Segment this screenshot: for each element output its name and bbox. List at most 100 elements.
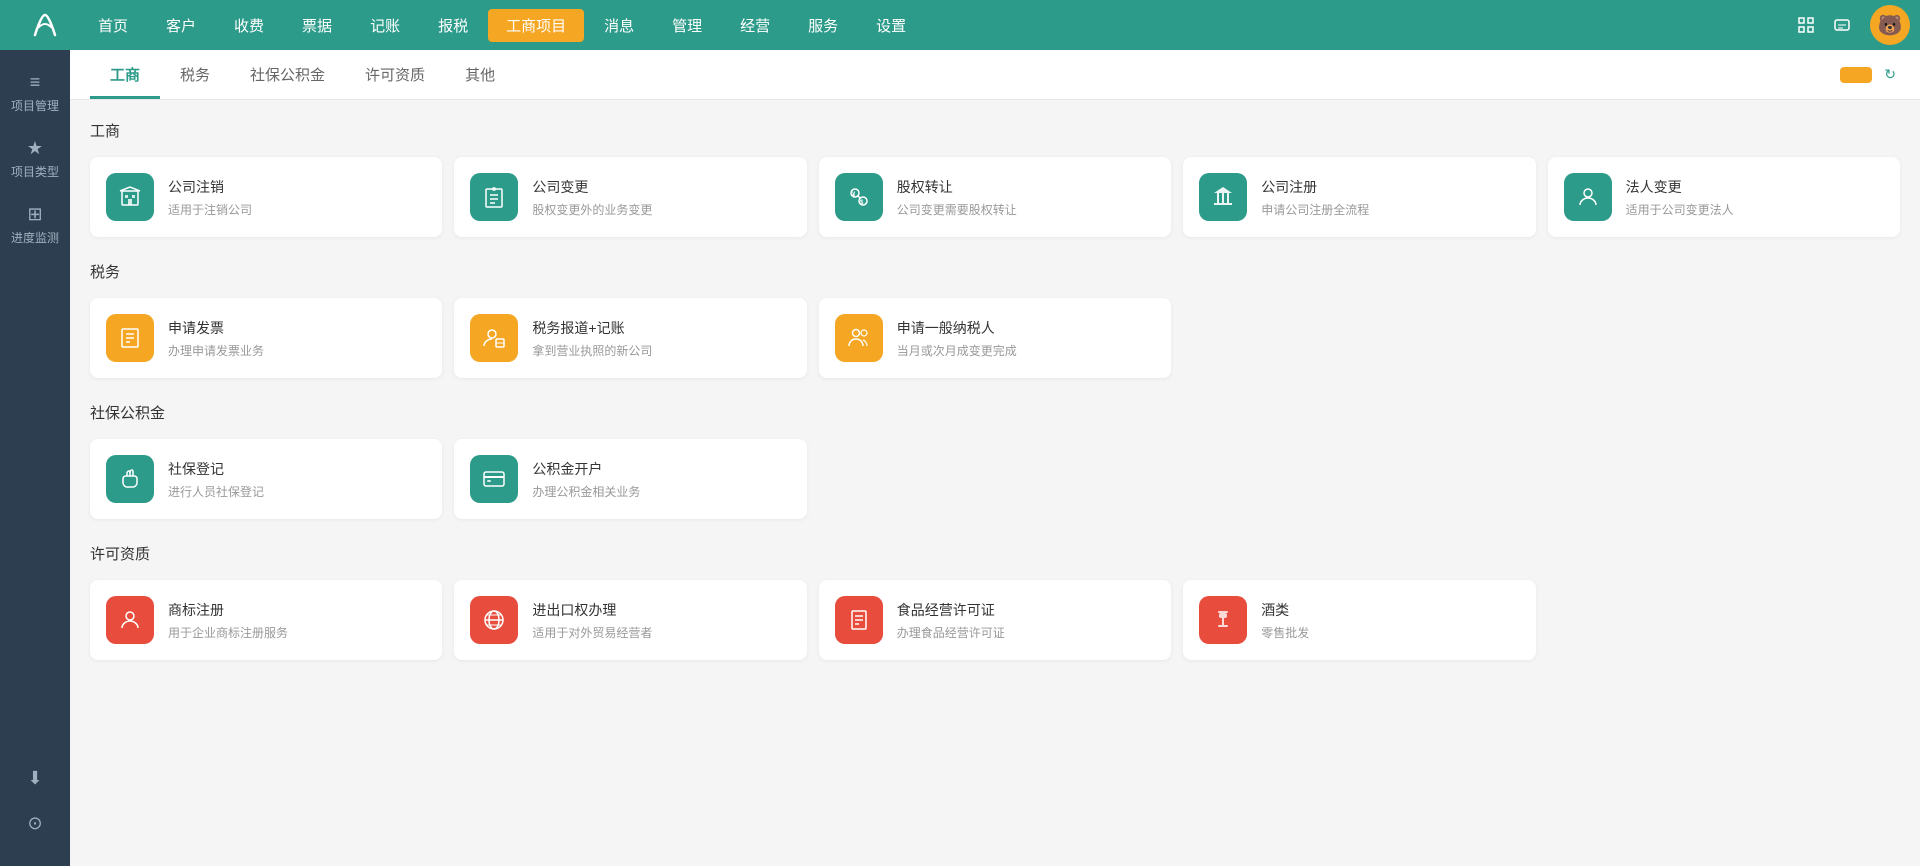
card-商标注册[interactable]: 商标注册 用于企业商标注册服务 xyxy=(90,580,442,660)
card-icon xyxy=(470,173,518,221)
logo-area xyxy=(10,7,80,43)
tab-税务[interactable]: 税务 xyxy=(160,50,230,99)
card-申请发票[interactable]: 申请发票 办理申请发票业务 xyxy=(90,298,442,378)
card-text: 税务报道+记账 拿到营业执照的新公司 xyxy=(532,318,790,359)
section-社保公积金: 社保公积金 社保登记 进行人员社保登记 公积金开户 办理公积金相关业务 xyxy=(90,402,1900,519)
sidebar-bottom-item[interactable]: ⬇ xyxy=(22,756,47,801)
sidebar-bottom: ⬇⊙ xyxy=(22,756,47,866)
fullscreen-button[interactable] xyxy=(1798,17,1818,33)
section-税务: 税务 申请发票 办理申请发票业务 税务报道+记账 拿到营业执照的新公司 申请一般… xyxy=(90,261,1900,378)
card-text: 申请一般纳税人 当月或次月成变更完成 xyxy=(897,318,1155,359)
card-icon xyxy=(835,596,883,644)
card-desc: 进行人员社保登记 xyxy=(168,483,426,500)
nav-item-工商项目[interactable]: 工商项目 xyxy=(488,9,584,42)
card-title: 申请发票 xyxy=(168,318,426,338)
card-食品经营许可证[interactable]: 食品经营许可证 办理食品经营许可证 xyxy=(819,580,1171,660)
cards-grid: 商标注册 用于企业商标注册服务 进出口权办理 适用于对外贸易经营者 食品经营许可… xyxy=(90,580,1900,660)
nav-item-票据[interactable]: 票据 xyxy=(284,9,350,42)
tab-许可资质[interactable]: 许可资质 xyxy=(345,50,445,99)
nav-item-管理[interactable]: 管理 xyxy=(654,9,720,42)
card-title: 进出口权办理 xyxy=(532,600,790,620)
tab-社保公积金[interactable]: 社保公积金 xyxy=(230,50,345,99)
card-desc: 拿到营业执照的新公司 xyxy=(532,342,790,359)
card-desc: 适用于对外贸易经营者 xyxy=(532,624,790,641)
card-icon xyxy=(470,596,518,644)
card-title: 酒类 xyxy=(1261,600,1519,620)
nav-item-首页[interactable]: 首页 xyxy=(80,9,146,42)
tab-其他[interactable]: 其他 xyxy=(445,50,515,99)
card-公司注册[interactable]: 公司注册 申请公司注册全流程 xyxy=(1183,157,1535,237)
sidebar-bottom-item[interactable]: ⊙ xyxy=(22,801,47,846)
sidebar-label: 项目类型 xyxy=(11,163,59,180)
card-desc: 申请公司注册全流程 xyxy=(1261,201,1519,218)
sidebar-bottom-icon: ⊙ xyxy=(27,813,42,834)
nav-item-消息[interactable]: 消息 xyxy=(586,9,652,42)
sidebar-icon: ⊞ xyxy=(27,204,42,225)
card-icon xyxy=(835,314,883,362)
section-许可资质: 许可资质 商标注册 用于企业商标注册服务 进出口权办理 适用于对外贸易经营者 食… xyxy=(90,543,1900,660)
section-title: 社保公积金 xyxy=(90,402,1900,423)
card-title: 股权转让 xyxy=(897,177,1155,197)
sidebar-item-进度监测[interactable]: ⊞ 进度监测 xyxy=(0,192,70,258)
logo-icon xyxy=(27,7,63,43)
card-税务报道+记账[interactable]: 税务报道+记账 拿到营业执照的新公司 xyxy=(454,298,806,378)
nav-item-设置[interactable]: 设置 xyxy=(858,9,924,42)
card-公积金开户[interactable]: 公积金开户 办理公积金相关业务 xyxy=(454,439,806,519)
card-icon xyxy=(106,314,154,362)
refresh-icon: ↻ xyxy=(1884,66,1896,83)
card-text: 申请发票 办理申请发票业务 xyxy=(168,318,426,359)
card-text: 公积金开户 办理公积金相关业务 xyxy=(532,459,790,500)
card-进出口权办理[interactable]: 进出口权办理 适用于对外贸易经营者 xyxy=(454,580,806,660)
card-title: 税务报道+记账 xyxy=(532,318,790,338)
left-sidebar: ≡项目管理★项目类型⊞进度监测⬇⊙ xyxy=(0,50,70,866)
card-icon xyxy=(1199,596,1247,644)
card-title: 社保登记 xyxy=(168,459,426,479)
section-title: 许可资质 xyxy=(90,543,1900,564)
main-layout: ≡项目管理★项目类型⊞进度监测⬇⊙ 工商税务社保公积金许可资质其他 ↻ 工商 公… xyxy=(0,50,1920,866)
sidebar-item-项目类型[interactable]: ★项目类型 xyxy=(0,126,70,192)
card-desc: 当月或次月成变更完成 xyxy=(897,342,1155,359)
card-icon: ¥$ xyxy=(835,173,883,221)
add-business-type-button[interactable] xyxy=(1840,67,1872,83)
tab-bar: 工商税务社保公积金许可资质其他 ↻ xyxy=(70,50,1920,100)
nav-item-经营[interactable]: 经营 xyxy=(722,9,788,42)
card-icon xyxy=(106,173,154,221)
card-申请一般纳税人[interactable]: 申请一般纳税人 当月或次月成变更完成 xyxy=(819,298,1171,378)
nav-item-报税[interactable]: 报税 xyxy=(420,9,486,42)
nav-item-记账[interactable]: 记账 xyxy=(352,9,418,42)
refresh-button[interactable]: ↻ xyxy=(1884,66,1900,83)
card-社保登记[interactable]: 社保登记 进行人员社保登记 xyxy=(90,439,442,519)
card-desc: 办理食品经营许可证 xyxy=(897,624,1155,641)
member-button[interactable] xyxy=(1834,17,1854,33)
card-text: 酒类 零售批发 xyxy=(1261,600,1519,641)
sidebar-icon: ≡ xyxy=(30,72,41,93)
card-desc: 股权变更外的业务变更 xyxy=(532,201,790,218)
cards-grid: 公司注销 适用于注销公司 公司变更 股权变更外的业务变更 ¥$ 股权转让 公司变… xyxy=(90,157,1900,237)
card-公司注销[interactable]: 公司注销 适用于注销公司 xyxy=(90,157,442,237)
card-text: 公司注销 适用于注销公司 xyxy=(168,177,426,218)
mascot-icon[interactable]: 🐻 xyxy=(1870,5,1910,45)
sidebar-label: 进度监测 xyxy=(11,229,59,246)
nav-items: 首页客户收费票据记账报税工商项目消息管理经营服务设置 xyxy=(80,9,1798,42)
nav-item-服务[interactable]: 服务 xyxy=(790,9,856,42)
nav-item-客户[interactable]: 客户 xyxy=(148,9,214,42)
card-股权转让[interactable]: ¥$ 股权转让 公司变更需要股权转让 xyxy=(819,157,1171,237)
cards-grid: 社保登记 进行人员社保登记 公积金开户 办理公积金相关业务 xyxy=(90,439,1900,519)
section-title: 税务 xyxy=(90,261,1900,282)
card-icon xyxy=(1564,173,1612,221)
sidebar-label: 项目管理 xyxy=(11,97,59,114)
card-text: 公司变更 股权变更外的业务变更 xyxy=(532,177,790,218)
section-title: 工商 xyxy=(90,120,1900,141)
top-navigation: 首页客户收费票据记账报税工商项目消息管理经营服务设置 🐻 xyxy=(0,0,1920,50)
card-公司变更[interactable]: 公司变更 股权变更外的业务变更 xyxy=(454,157,806,237)
card-title: 公积金开户 xyxy=(532,459,790,479)
card-法人变更[interactable]: 法人变更 适用于公司变更法人 xyxy=(1548,157,1900,237)
card-text: 公司注册 申请公司注册全流程 xyxy=(1261,177,1519,218)
tab-工商[interactable]: 工商 xyxy=(90,50,160,99)
card-title: 公司注销 xyxy=(168,177,426,197)
tabs: 工商税务社保公积金许可资质其他 xyxy=(90,50,515,99)
sidebar-item-项目管理[interactable]: ≡ 项目管理 xyxy=(0,60,70,126)
nav-item-收费[interactable]: 收费 xyxy=(216,9,282,42)
card-text: 商标注册 用于企业商标注册服务 xyxy=(168,600,426,641)
card-酒类[interactable]: 酒类 零售批发 xyxy=(1183,580,1535,660)
